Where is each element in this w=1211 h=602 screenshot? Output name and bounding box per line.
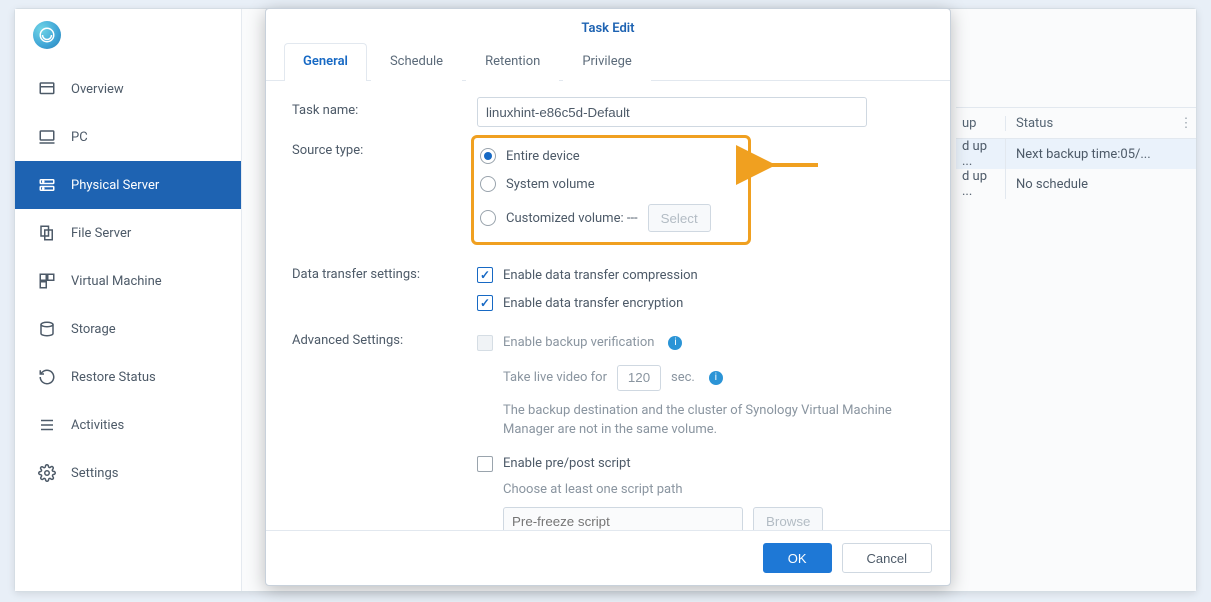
radio-icon [480, 176, 496, 192]
cell-up: d up ... [956, 139, 1006, 169]
checkbox-label: Enable data transfer compression [503, 268, 698, 283]
sidebar-label: PC [71, 130, 88, 145]
tab-privilege[interactable]: Privilege [563, 43, 650, 81]
checkbox-icon [477, 335, 493, 351]
select-volume-button[interactable]: Select [648, 204, 711, 232]
live-video-prefix: Take live video for [503, 368, 607, 388]
sidebar-item-pc[interactable]: PC [15, 113, 241, 161]
sidebar-item-overview[interactable]: Overview [15, 65, 241, 113]
checkbox-compression[interactable]: Enable data transfer compression [477, 261, 924, 289]
tab-schedule[interactable]: Schedule [371, 43, 462, 81]
tab-retention[interactable]: Retention [466, 43, 559, 81]
cancel-button[interactable]: Cancel [842, 543, 932, 573]
sidebar-item-file-server[interactable]: File Server [15, 209, 241, 257]
sidebar-label: Physical Server [71, 178, 159, 193]
radio-system-volume[interactable]: System volume [480, 170, 742, 198]
advanced-settings-label: Advanced Settings: [292, 327, 477, 348]
sidebar-label: Virtual Machine [71, 274, 162, 289]
sidebar-item-virtual-machine[interactable]: Virtual Machine [15, 257, 241, 305]
storage-icon [37, 319, 57, 339]
checkbox-icon [477, 295, 493, 311]
live-video-row: Take live video for sec. i [477, 359, 924, 397]
radio-icon [480, 148, 496, 164]
checkbox-label: Enable backup verification [503, 333, 654, 353]
source-type-label: Source type: [292, 137, 477, 158]
sidebar: Overview PC Physical Server File Server … [15, 9, 242, 591]
restore-icon [37, 367, 57, 387]
table-row[interactable]: d up ... No schedule [956, 169, 1196, 199]
dialog-footer: OK Cancel [266, 530, 950, 585]
column-menu-icon[interactable]: ⋮ [1176, 116, 1196, 131]
column-status[interactable]: Status [1006, 116, 1176, 131]
app-logo-icon [33, 21, 61, 49]
dialog-title: Task Edit [266, 9, 950, 42]
dialog-tabs: General Schedule Retention Privilege [266, 42, 950, 81]
radio-customized-volume[interactable]: Customized volume: --- Select [480, 198, 742, 238]
task-name-label: Task name: [292, 97, 477, 118]
sidebar-item-settings[interactable]: Settings [15, 449, 241, 497]
checkbox-icon [477, 267, 493, 283]
overview-icon [37, 79, 57, 99]
vm-icon [37, 271, 57, 291]
task-edit-dialog: Task Edit General Schedule Retention Pri… [265, 8, 951, 586]
radio-entire-device[interactable]: Entire device [480, 142, 742, 170]
checkbox-encryption[interactable]: Enable data transfer encryption [477, 289, 924, 317]
table-row[interactable]: d up ... Next backup time:05/... [956, 139, 1196, 169]
checkbox-label: Enable data transfer encryption [503, 296, 683, 311]
info-icon[interactable]: i [709, 371, 723, 385]
checkbox-backup-verification[interactable]: Enable backup verification i [477, 327, 924, 359]
sidebar-label: Overview [71, 82, 124, 97]
sidebar-label: Storage [71, 322, 116, 337]
dialog-body: Task name: Source type: Entire device Sy… [266, 81, 950, 530]
radio-label: System volume [506, 177, 595, 192]
sidebar-label: Activities [71, 418, 124, 433]
pc-icon [37, 127, 57, 147]
info-icon[interactable]: i [668, 336, 682, 350]
browse-prefreeze-button[interactable]: Browse [753, 507, 823, 530]
table-header: up Status ⋮ [956, 107, 1196, 139]
server-icon [37, 175, 57, 195]
sidebar-item-activities[interactable]: Activities [15, 401, 241, 449]
source-type-highlight: Entire device System volume Customized v… [471, 135, 751, 245]
gear-icon [37, 463, 57, 483]
sidebar-label: Settings [71, 466, 118, 481]
activities-icon [37, 415, 57, 435]
task-name-input[interactable] [477, 97, 867, 127]
checkbox-prepost-script[interactable]: Enable pre/post script [477, 450, 924, 478]
tab-general[interactable]: General [284, 43, 367, 81]
sidebar-item-storage[interactable]: Storage [15, 305, 241, 353]
prefreeze-input[interactable] [503, 507, 743, 530]
radio-label: Entire device [506, 149, 580, 164]
checkbox-label: Enable pre/post script [503, 456, 631, 471]
cell-up: d up ... [956, 169, 1006, 199]
live-video-suffix: sec. [671, 368, 695, 388]
radio-icon [480, 210, 496, 226]
cell-status: Next backup time:05/... [1006, 147, 1196, 162]
script-hint: Choose at least one script path [477, 478, 924, 508]
data-transfer-label: Data transfer settings: [292, 261, 477, 282]
sidebar-label: File Server [71, 226, 131, 241]
ok-button[interactable]: OK [763, 543, 832, 573]
checkbox-icon [477, 456, 493, 472]
radio-label: Customized volume: --- [506, 211, 638, 226]
sidebar-item-physical-server[interactable]: Physical Server [15, 161, 241, 209]
sidebar-label: Restore Status [71, 370, 156, 385]
cell-status: No schedule [1006, 177, 1196, 192]
destination-warning: The backup destination and the cluster o… [477, 397, 907, 450]
column-up[interactable]: up [956, 116, 1006, 131]
sidebar-item-restore-status[interactable]: Restore Status [15, 353, 241, 401]
file-server-icon [37, 223, 57, 243]
live-video-input[interactable] [617, 365, 661, 391]
